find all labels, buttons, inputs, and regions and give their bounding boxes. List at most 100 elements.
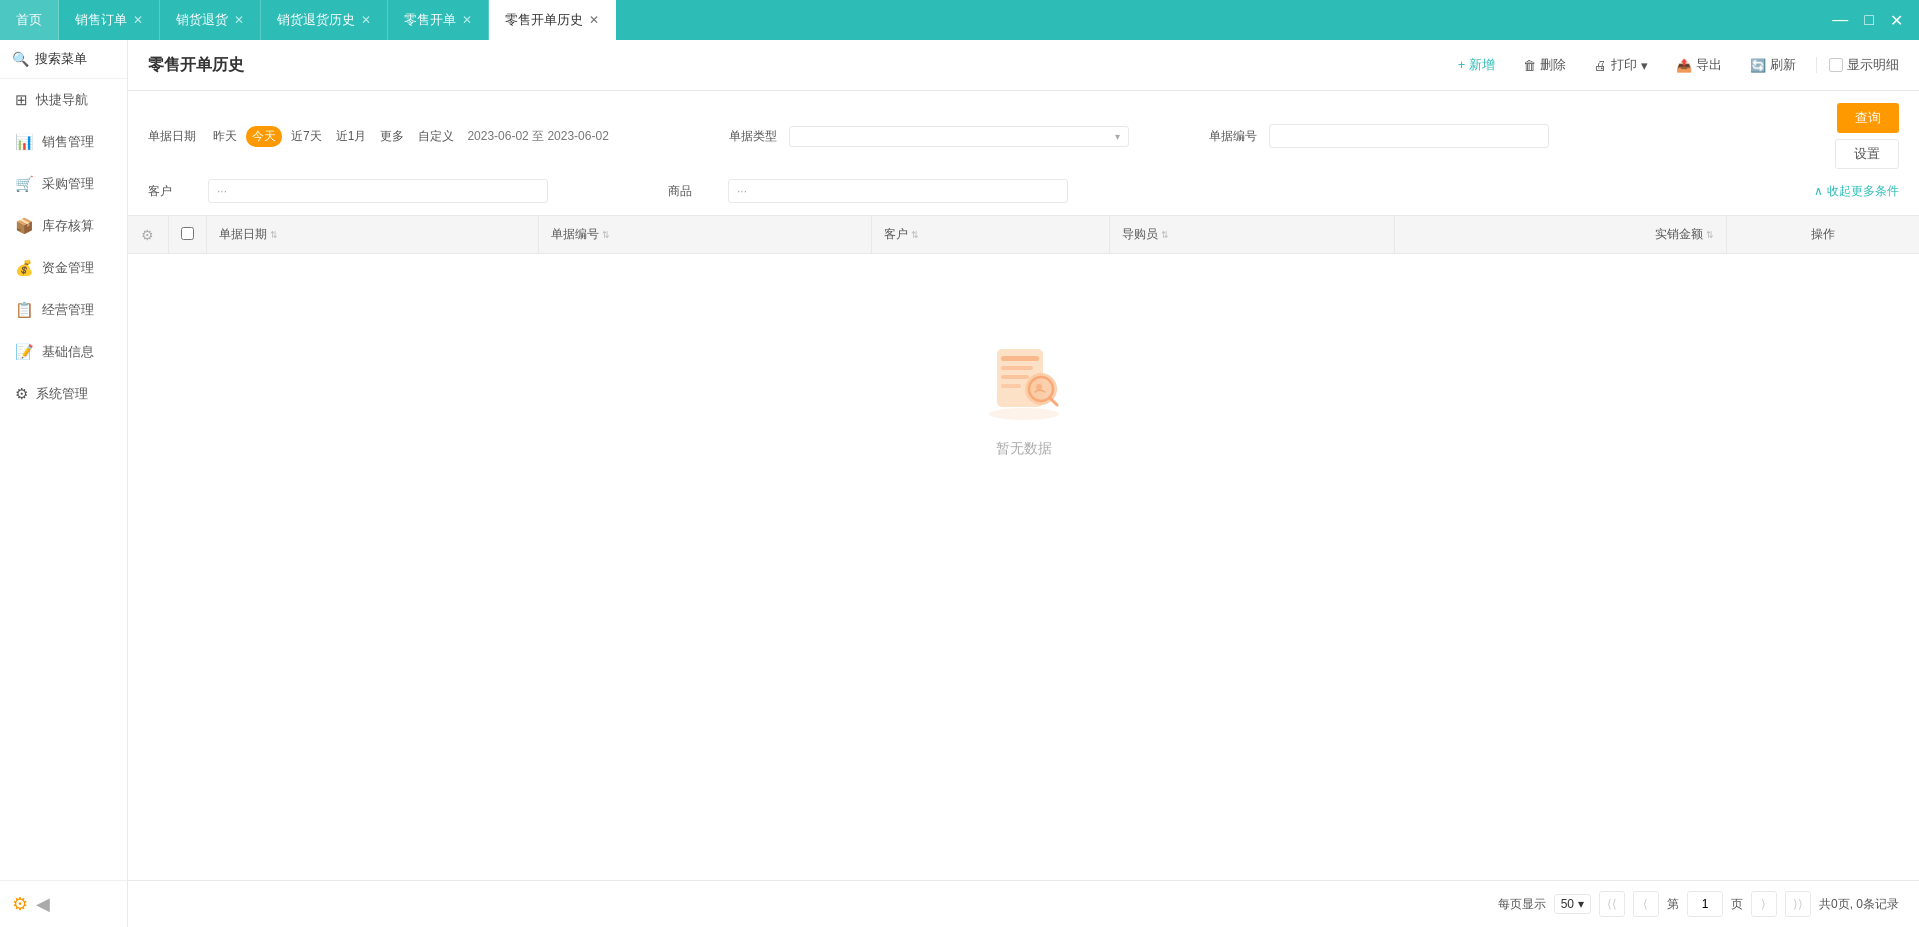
doc-type-dropdown-icon: ▾ (1115, 131, 1120, 142)
close-tab-sales-return-history[interactable]: ✕ (361, 13, 371, 27)
sidebar-item-label-basic: 基础信息 (42, 343, 94, 361)
filter-row-date: 单据日期 昨天 今天 近7天 近1月 更多 自定义 2023-06-02 至 2… (148, 103, 1899, 169)
page-header: 零售开单历史 + 新增 🗑 删除 🖨 打印 ▾ 📤 导出 (128, 40, 1919, 91)
goto-label: 第 (1667, 896, 1679, 913)
query-button[interactable]: 查询 (1837, 103, 1899, 133)
sidebar-item-sys-mgmt[interactable]: ⚙ 系统管理 (0, 373, 127, 415)
tab-retail-history[interactable]: 零售开单历史 ✕ (489, 0, 616, 40)
show-detail-checkbox[interactable] (1829, 58, 1843, 72)
print-button[interactable]: 🖨 打印 ▾ (1586, 52, 1656, 78)
tab-sales-return-history[interactable]: 销货退货历史 ✕ (261, 0, 388, 40)
sidebar-item-purchase-mgmt[interactable]: 🛒 采购管理 (0, 163, 127, 205)
sidebar-item-basic-info[interactable]: 📝 基础信息 (0, 331, 127, 373)
sys-icon: ⚙ (15, 385, 28, 403)
refresh-label: 刷新 (1770, 56, 1796, 74)
tab-home[interactable]: 首页 (0, 0, 59, 40)
sidebar-item-sales-mgmt[interactable]: 📊 销售管理 (0, 121, 127, 163)
date-more[interactable]: 更多 (375, 126, 409, 147)
sidebar-item-label-quick-nav: 快捷导航 (36, 91, 88, 109)
date-last1m[interactable]: 近1月 (331, 126, 372, 147)
prev-page-button[interactable]: ⟨ (1633, 891, 1659, 917)
empty-text: 暂无数据 (996, 440, 1052, 458)
column-settings-icon[interactable]: ⚙ (141, 227, 154, 243)
close-button[interactable]: ✕ (1882, 11, 1911, 30)
minimize-button[interactable]: — (1824, 11, 1856, 29)
sidebar-item-label-inventory: 库存核算 (42, 217, 94, 235)
refresh-button[interactable]: 🔄 刷新 (1742, 52, 1804, 78)
maximize-button[interactable]: □ (1856, 11, 1882, 29)
date-yesterday[interactable]: 昨天 (208, 126, 242, 147)
tab-retail-open[interactable]: 零售开单 ✕ (388, 0, 489, 40)
date-custom[interactable]: 自定义 (413, 126, 459, 147)
svg-rect-5 (1001, 384, 1021, 388)
collapse-sidebar-icon[interactable]: ◀ (36, 893, 50, 915)
sidebar-search[interactable]: 🔍 搜索菜单 (0, 40, 127, 79)
total-info: 共0页, 0条记录 (1819, 896, 1899, 913)
settings-icon[interactable]: ⚙ (12, 893, 28, 915)
print-icon: 🖨 (1594, 58, 1607, 73)
doc-number-label: 单据编号 (1209, 128, 1269, 145)
date-last7[interactable]: 近7天 (286, 126, 327, 147)
col-salesperson: 导购员 ⇅ (1109, 216, 1394, 254)
date-filter-label: 单据日期 (148, 128, 208, 145)
close-tab-retail-open[interactable]: ✕ (462, 13, 472, 27)
col-customer: 客户 ⇅ (871, 216, 1109, 254)
select-all-checkbox[interactable] (181, 227, 194, 240)
page-size-select[interactable]: 50 ▾ (1554, 894, 1591, 914)
delete-label: 删除 (1540, 56, 1566, 74)
sidebar-item-inventory[interactable]: 📦 库存核算 (0, 205, 127, 247)
page-number-input[interactable] (1687, 891, 1723, 917)
doc-type-select[interactable]: ▾ (789, 126, 1129, 147)
refresh-icon: 🔄 (1750, 58, 1766, 73)
last-page-button[interactable]: ⟩⟩ (1785, 891, 1811, 917)
customer-select[interactable]: ··· (208, 179, 548, 203)
col-ops: 操作 (1727, 216, 1919, 254)
sidebar-item-label-ops: 经营管理 (42, 301, 94, 319)
table-header-row: ⚙ 单据日期 ⇅ 单据编号 (128, 216, 1919, 254)
close-tab-retail-history[interactable]: ✕ (589, 13, 599, 27)
sidebar: 🔍 搜索菜单 ⊞ 快捷导航 📊 销售管理 🛒 采购管理 📦 库存核算 💰 资金管… (0, 40, 128, 927)
collapse-filter-button[interactable]: ∧ 收起更多条件 (1814, 181, 1899, 202)
next-page-button[interactable]: ⟩ (1751, 891, 1777, 917)
header-actions: + 新增 🗑 删除 🖨 打印 ▾ 📤 导出 🔄 刷新 (1450, 52, 1899, 78)
col-customer-sort-icon[interactable]: ⇅ (911, 230, 919, 240)
col-amount-label: 实销金额 (1655, 226, 1703, 243)
doc-number-input[interactable] (1269, 124, 1549, 148)
show-detail-toggle[interactable]: 显示明细 (1829, 56, 1899, 74)
settings-button[interactable]: 设置 (1835, 139, 1899, 169)
date-today[interactable]: 今天 (246, 126, 282, 147)
goods-filter: 商品 ··· (668, 179, 1068, 203)
tab-sales-return[interactable]: 销货退货 ✕ (160, 0, 261, 40)
export-button[interactable]: 📤 导出 (1668, 52, 1730, 78)
first-page-button[interactable]: ⟨⟨ (1599, 891, 1625, 917)
col-amount: 实销金额 ⇅ (1394, 216, 1727, 254)
sidebar-item-label-sales: 销售管理 (42, 133, 94, 151)
sidebar-item-finance-mgmt[interactable]: 💰 资金管理 (0, 247, 127, 289)
page-size-dropdown-icon: ▾ (1578, 897, 1584, 911)
col-amount-sort-icon[interactable]: ⇅ (1706, 230, 1714, 240)
sidebar-item-quick-nav[interactable]: ⊞ 快捷导航 (0, 79, 127, 121)
col-gear: ⚙ (128, 216, 168, 254)
col-number-sort-icon[interactable]: ⇅ (602, 230, 610, 240)
col-salesperson-sort-icon[interactable]: ⇅ (1161, 230, 1169, 240)
window-controls: — □ ✕ (1824, 11, 1919, 30)
finance-icon: 💰 (15, 259, 34, 277)
sales-icon: 📊 (15, 133, 34, 151)
sidebar-item-label-sys: 系统管理 (36, 385, 88, 403)
col-ops-label: 操作 (1811, 227, 1835, 241)
close-tab-sales-order[interactable]: ✕ (133, 13, 143, 27)
goods-select[interactable]: ··· (728, 179, 1068, 203)
add-button[interactable]: + 新增 (1450, 52, 1503, 78)
tab-sales-order[interactable]: 销售订单 ✕ (59, 0, 160, 40)
delete-button[interactable]: 🗑 删除 (1515, 52, 1574, 78)
col-date-sort-icon[interactable]: ⇅ (270, 230, 278, 240)
col-customer-label: 客户 (884, 226, 908, 243)
main-layout: 🔍 搜索菜单 ⊞ 快捷导航 📊 销售管理 🛒 采购管理 📦 库存核算 💰 资金管… (0, 40, 1919, 927)
svg-rect-3 (1001, 366, 1033, 370)
svg-point-9 (1036, 384, 1042, 390)
goods-label: 商品 (668, 183, 728, 200)
filter-row-customer: 客户 ··· 商品 ··· ∧ 收起更多条件 (148, 179, 1899, 203)
empty-icon (979, 334, 1069, 424)
sidebar-item-ops-mgmt[interactable]: 📋 经营管理 (0, 289, 127, 331)
close-tab-sales-return[interactable]: ✕ (234, 13, 244, 27)
